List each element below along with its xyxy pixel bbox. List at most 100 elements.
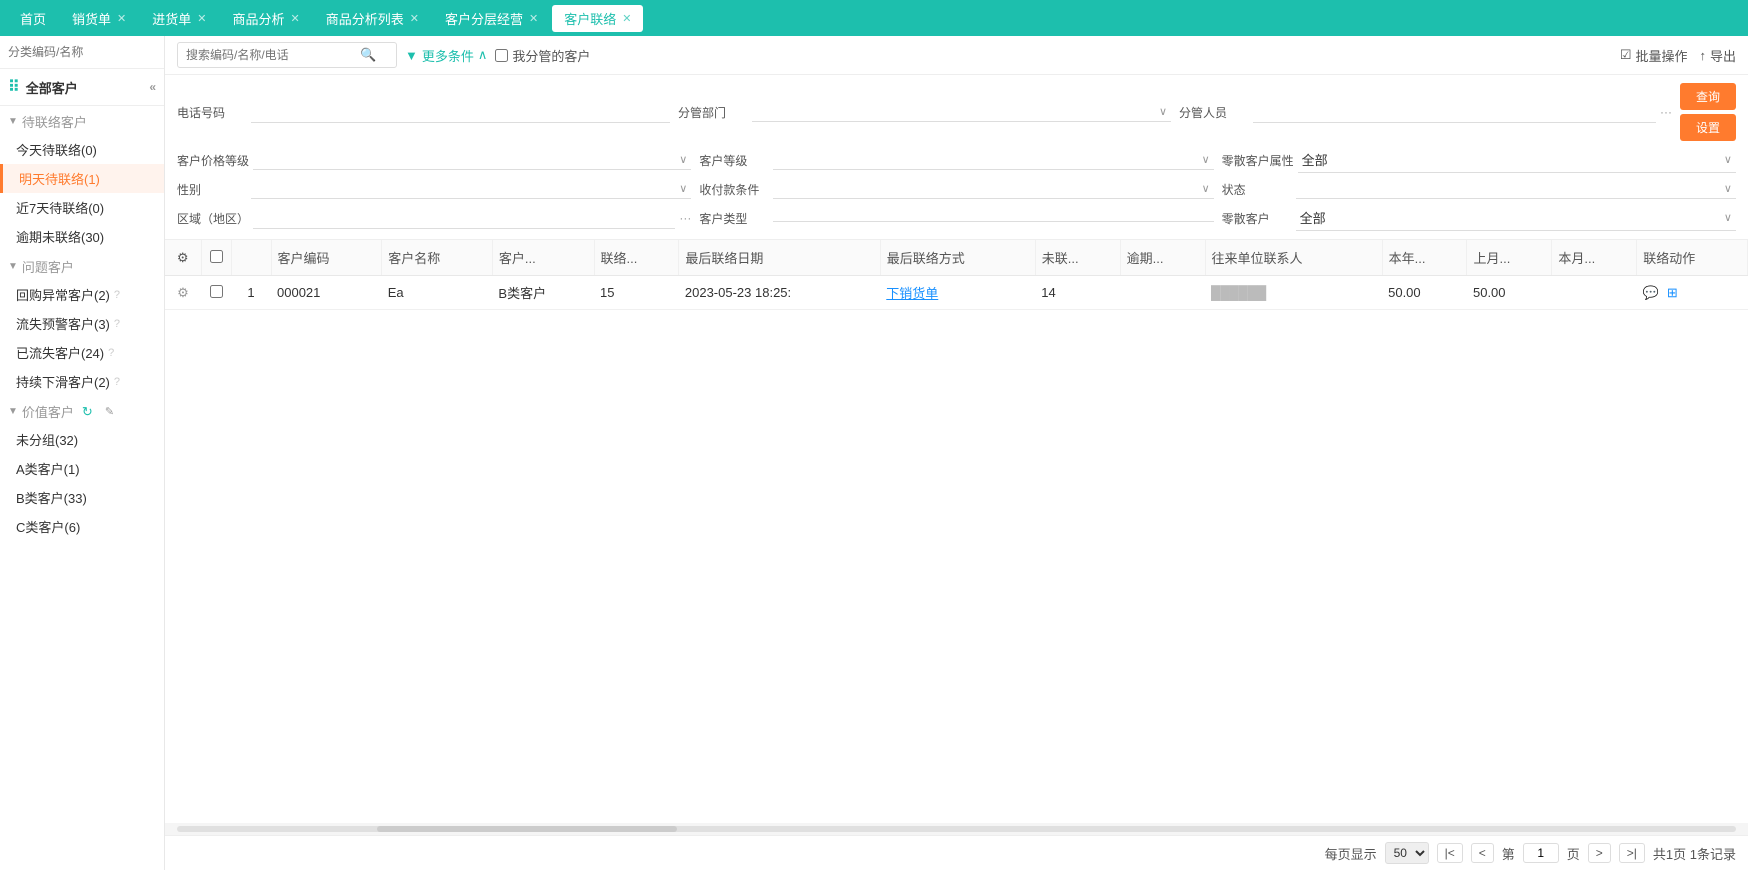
- filter-icon: ▼: [405, 48, 418, 63]
- row-last-date: 2023-05-23 18:25:: [679, 276, 880, 310]
- sidebar-item-today-pending[interactable]: 今天待联络(0): [0, 135, 164, 164]
- status-select[interactable]: ∨: [1296, 179, 1736, 199]
- sidebar-item-b-class[interactable]: B类客户(33): [0, 483, 164, 512]
- page-number-input[interactable]: [1523, 843, 1559, 863]
- value-refresh-icon[interactable]: ↻: [82, 404, 93, 420]
- toolbar: 🔍 ▼ 更多条件 ∧ 我分管的客户 ☑ 批量操作 ↑ 导出: [165, 36, 1748, 75]
- my-customer-checkbox-area[interactable]: 我分管的客户: [495, 46, 590, 65]
- filter-phone: 电话号码: [177, 102, 670, 123]
- action-more-icon[interactable]: ⊞: [1667, 285, 1678, 301]
- batch-checkbox-icon: ☑: [1620, 47, 1632, 63]
- customer-level-select[interactable]: ∨: [253, 150, 691, 170]
- sidebar-item-tomorrow-pending[interactable]: 明天待联络(1): [0, 164, 164, 193]
- first-page-button[interactable]: |<: [1437, 843, 1463, 863]
- person-more-icon[interactable]: ···: [1660, 105, 1672, 119]
- query-button[interactable]: 查询: [1680, 83, 1736, 110]
- area-more-icon[interactable]: ···: [679, 211, 691, 225]
- nav-sales-order[interactable]: 销货单 ✕: [60, 5, 138, 32]
- settings-button[interactable]: 设置: [1680, 114, 1736, 141]
- customer-grade-chevron-icon: ∨: [1202, 153, 1210, 166]
- retail-customer-chevron-icon: ∨: [1724, 211, 1732, 224]
- filter-payment: 收付款条件 ∨: [699, 179, 1213, 199]
- content-area: 🔍 ▼ 更多条件 ∧ 我分管的客户 ☑ 批量操作 ↑ 导出: [165, 36, 1748, 870]
- th-uncontacted: 未联...: [1035, 240, 1120, 276]
- nav-purchase-order[interactable]: 进货单 ✕: [140, 5, 218, 32]
- row-contact: 15: [594, 276, 679, 310]
- sidebar-search-input[interactable]: [8, 45, 163, 59]
- scrollbar-thumb[interactable]: [377, 826, 677, 832]
- value-edit-icon[interactable]: ✎: [105, 405, 114, 418]
- customer-type-select[interactable]: [773, 215, 1213, 222]
- pending-arrow-icon[interactable]: ▼: [8, 116, 18, 127]
- help-repurchase-icon: ?: [114, 289, 120, 301]
- next-page-button[interactable]: >: [1588, 843, 1611, 863]
- close-purchase-order-icon[interactable]: ✕: [197, 12, 206, 25]
- close-sales-order-icon[interactable]: ✕: [117, 12, 126, 25]
- filter-row-3: 性别 ∨ 收付款条件 ∨ 状态: [177, 179, 1736, 199]
- horizontal-scrollbar[interactable]: [165, 823, 1748, 835]
- last-page-button[interactable]: >|: [1619, 843, 1645, 863]
- dept-select[interactable]: ∨: [752, 102, 1171, 122]
- row-overdue: [1120, 276, 1205, 310]
- row-type: B类客户: [492, 276, 594, 310]
- main-layout: 🔍 ⠿ 全部客户 « ▼ 待联络客户 今天待联络(0) 明天待联络(1) 近7天…: [0, 36, 1748, 870]
- close-product-analysis-icon[interactable]: ✕: [291, 12, 300, 25]
- phone-input[interactable]: [251, 102, 670, 123]
- close-customer-contact-icon[interactable]: ✕: [622, 12, 631, 25]
- search-input[interactable]: [186, 48, 356, 62]
- row-uncontacted: 14: [1035, 276, 1120, 310]
- sidebar-collapse-icon[interactable]: «: [149, 80, 156, 94]
- nav-product-analysis-list[interactable]: 商品分析列表 ✕: [314, 5, 431, 32]
- filter-more-button[interactable]: ▼ 更多条件 ∧: [405, 46, 487, 65]
- status-chevron-icon: ∨: [1724, 182, 1732, 195]
- export-button[interactable]: ↑ 导出: [1699, 46, 1736, 65]
- payment-select[interactable]: ∨: [773, 179, 1213, 199]
- nav-home[interactable]: 首页: [8, 5, 58, 32]
- sidebar-item-overdue-pending[interactable]: 逾期未联络(30): [0, 222, 164, 251]
- th-this-month: 本月...: [1552, 240, 1637, 276]
- sidebar-item-unclassified[interactable]: 未分组(32): [0, 425, 164, 454]
- nav-product-analysis[interactable]: 商品分析 ✕: [220, 5, 311, 32]
- search-icon[interactable]: 🔍: [360, 47, 376, 63]
- row-num: 1: [231, 276, 271, 310]
- person-input[interactable]: [1253, 102, 1656, 123]
- problem-arrow-icon[interactable]: ▼: [8, 261, 18, 272]
- bottom-bar: 每页显示 50 |< < 第 页 > >| 共1页 1条记录: [165, 835, 1748, 870]
- filter-row-4: 区域（地区） ··· 客户类型 零散客户 全部 ∨: [177, 205, 1736, 231]
- th-last-month: 上月...: [1467, 240, 1552, 276]
- sidebar-item-repurchase-abnormal[interactable]: 回购异常客户(2) ?: [0, 280, 164, 309]
- sidebar-item-churn-warning[interactable]: 流失预警客户(3) ?: [0, 309, 164, 338]
- nav-customer-contact[interactable]: 客户联络 ✕: [552, 5, 643, 32]
- close-customer-tier-icon[interactable]: ✕: [529, 12, 538, 25]
- page-size-select[interactable]: 50: [1385, 842, 1429, 864]
- sidebar-item-declining[interactable]: 持续下滑客户(2) ?: [0, 367, 164, 396]
- sidebar-all-customers[interactable]: ⠿ 全部客户 «: [0, 69, 164, 106]
- sidebar-item-a-class[interactable]: A类客户(1): [0, 454, 164, 483]
- table-header-row: ⚙ 客户编码 客户名称 客户... 联络...: [165, 240, 1748, 276]
- retail-attr-select[interactable]: 全部 ∨: [1298, 147, 1736, 173]
- retail-customer-select[interactable]: 全部 ∨: [1296, 205, 1736, 231]
- sidebar-value-section: ▼ 价值客户 ↻ ✎: [0, 396, 164, 425]
- toolbar-right: ☑ 批量操作 ↑ 导出: [1620, 46, 1736, 65]
- sidebar-item-churned[interactable]: 已流失客户(24) ?: [0, 338, 164, 367]
- row-checkbox[interactable]: [210, 285, 223, 298]
- gender-select[interactable]: ∨: [251, 179, 691, 199]
- sidebar-item-week-pending[interactable]: 近7天待联络(0): [0, 193, 164, 222]
- nav-customer-tier[interactable]: 客户分层经营 ✕: [433, 5, 550, 32]
- row-this-year: 50.00: [1382, 276, 1467, 310]
- select-all-checkbox[interactable]: [210, 250, 223, 263]
- payment-chevron-icon: ∨: [1202, 182, 1210, 195]
- filter-customer-grade: 客户等级 ∨: [699, 150, 1213, 170]
- row-name: Ea: [382, 276, 493, 310]
- value-arrow-icon[interactable]: ▼: [8, 406, 18, 417]
- action-comment-icon[interactable]: 💬: [1643, 285, 1659, 301]
- row-gear-icon[interactable]: ⚙: [177, 285, 189, 300]
- prev-page-button[interactable]: <: [1471, 843, 1494, 863]
- area-input[interactable]: [253, 208, 675, 229]
- my-customer-checkbox[interactable]: [495, 49, 508, 62]
- th-contact-count: 联络...: [594, 240, 679, 276]
- close-product-analysis-list-icon[interactable]: ✕: [410, 12, 419, 25]
- batch-operations-button[interactable]: ☑ 批量操作: [1620, 46, 1688, 65]
- customer-grade-select[interactable]: ∨: [773, 150, 1213, 170]
- sidebar-item-c-class[interactable]: C类客户(6): [0, 512, 164, 541]
